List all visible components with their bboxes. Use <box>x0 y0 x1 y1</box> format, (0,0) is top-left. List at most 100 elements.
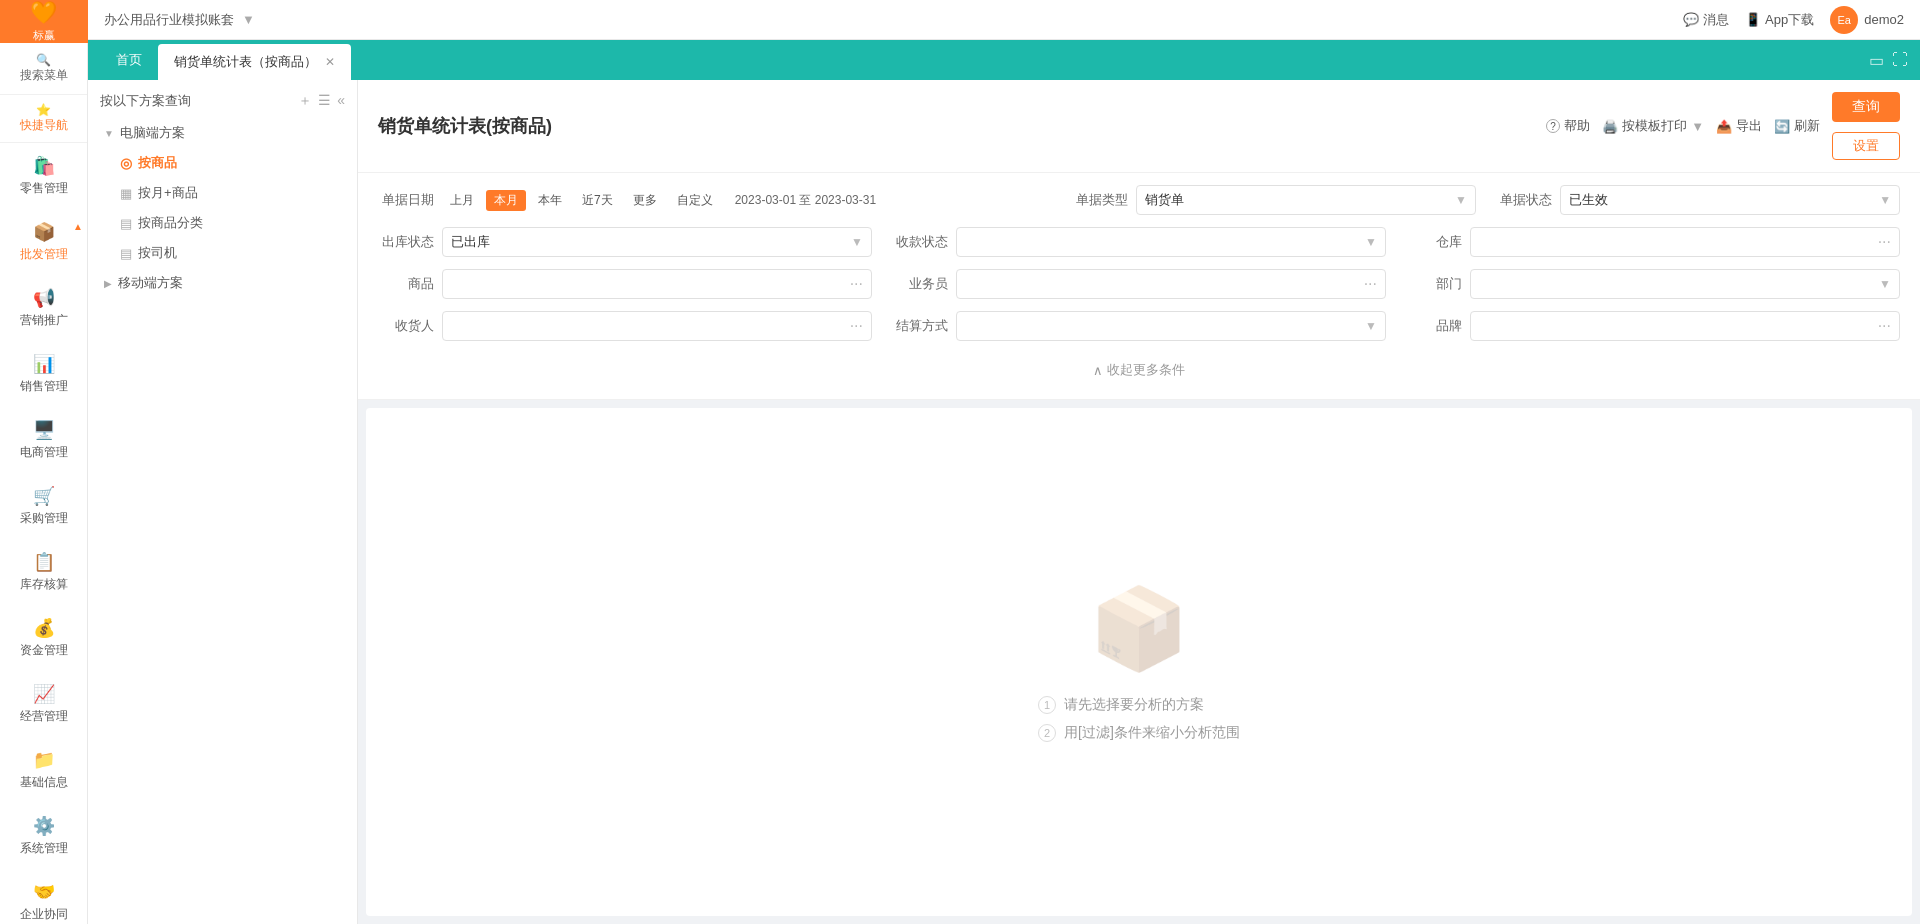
tree-node-mobile[interactable]: ▶ 移动端方案 <box>88 268 357 298</box>
message-button[interactable]: 💬 消息 <box>1683 11 1729 29</box>
salesperson-dots-icon[interactable]: ··· <box>1364 275 1377 293</box>
tip-num-1: 1 <box>1038 696 1056 714</box>
date-tab-more[interactable]: 更多 <box>625 190 665 211</box>
empty-tip-1: 1 请先选择要分析的方案 <box>1038 696 1240 714</box>
topbar: 办公用品行业模拟账套 ▼ 💬 消息 📱 App下载 Ea demo2 <box>88 0 1920 40</box>
date-tab-last-7days[interactable]: 近7天 <box>574 190 621 211</box>
recipient-control[interactable]: ··· <box>442 311 872 341</box>
help-button[interactable]: ? 帮助 <box>1546 117 1590 135</box>
out-status-control[interactable]: 已出库 ▼ <box>442 227 872 257</box>
sidebar-item-finance[interactable]: 💰 资金管理 <box>0 605 87 671</box>
payment-control[interactable]: ▼ <box>956 311 1386 341</box>
sidebar-item-basic[interactable]: 📁 基础信息 <box>0 737 87 803</box>
setting-button[interactable]: 设置 <box>1832 132 1900 160</box>
sidebar-item-enterprise[interactable]: 🤝 企业协同 <box>0 869 87 924</box>
sidebar-item-system[interactable]: ⚙️ 系统管理 <box>0 803 87 869</box>
sidebar-item-sales[interactable]: 📊 销售管理 <box>0 341 87 407</box>
category-icon: ▤ <box>120 216 132 231</box>
tree-child-by-printer[interactable]: ▤ 按司机 <box>88 238 357 268</box>
sidebar-item-label: 零售管理 <box>20 180 68 197</box>
add-scheme-icon[interactable]: ＋ <box>298 92 312 110</box>
collapse-panel-icon[interactable]: « <box>337 92 345 110</box>
maximize-icon[interactable]: ⛶ <box>1892 51 1908 69</box>
out-status-chevron-icon: ▼ <box>851 235 863 249</box>
type-control[interactable]: 销货单 ▼ <box>1136 185 1476 215</box>
export-button[interactable]: 📤 导出 <box>1716 117 1762 135</box>
app-download-button[interactable]: 📱 App下载 <box>1745 11 1814 29</box>
finance-icon: 💰 <box>33 617 55 639</box>
filter-payment: 结算方式 ▼ <box>892 311 1386 341</box>
purchase-icon: 🛒 <box>33 485 55 507</box>
logo-text: 标赢 <box>33 28 55 43</box>
tree-arrow-icon: ▼ <box>104 128 114 139</box>
user-profile[interactable]: Ea demo2 <box>1830 6 1904 34</box>
sidebar-item-marketing[interactable]: 📢 营销推广 <box>0 275 87 341</box>
sidebar-item-label: 营销推广 <box>20 312 68 329</box>
quick-nav[interactable]: ⭐ 快捷导航 <box>0 95 87 143</box>
status-value: 已生效 <box>1569 191 1608 209</box>
filter-recipient: 收货人 ··· <box>378 311 872 341</box>
tree-child-by-category[interactable]: ▤ 按商品分类 <box>88 208 357 238</box>
type-chevron-icon: ▼ <box>1455 193 1467 207</box>
tab-sales-stat[interactable]: 销货单统计表（按商品） ✕ <box>158 44 351 80</box>
sidebar-item-label: 批发管理 <box>20 246 68 263</box>
status-control[interactable]: 已生效 ▼ <box>1560 185 1900 215</box>
sidebar-item-retail[interactable]: 🛍️ 零售管理 <box>0 143 87 209</box>
refresh-button[interactable]: 🔄 刷新 <box>1774 117 1820 135</box>
retail-icon: 🛍️ <box>33 155 55 177</box>
refresh-icon: 🔄 <box>1774 119 1790 134</box>
warehouse-control[interactable]: ··· <box>1470 227 1900 257</box>
payment-chevron-icon: ▼ <box>1365 319 1377 333</box>
tab-close-icon[interactable]: ✕ <box>325 55 335 69</box>
sales-icon: 📊 <box>33 353 55 375</box>
payment-label: 结算方式 <box>892 317 948 335</box>
sidebar-item-wholesale[interactable]: 📦 批发管理 ▲ <box>0 209 87 275</box>
date-tab-last-month[interactable]: 上月 <box>442 190 482 211</box>
breadcrumb-chevron[interactable]: ▼ <box>242 12 255 27</box>
print-button[interactable]: 🖨️ 按模板打印 ▼ <box>1602 117 1704 135</box>
empty-state: 📦 1 请先选择要分析的方案 2 用[过滤]条件来缩小分析范围 <box>366 408 1912 916</box>
empty-tips: 1 请先选择要分析的方案 2 用[过滤]条件来缩小分析范围 <box>1038 696 1240 742</box>
enterprise-icon: 🤝 <box>33 881 55 903</box>
brand-control[interactable]: ··· <box>1470 311 1900 341</box>
product-control[interactable]: ··· <box>442 269 872 299</box>
star-icon: ⭐ <box>36 103 51 117</box>
topbar-right: 💬 消息 📱 App下载 Ea demo2 <box>1683 6 1904 34</box>
date-tab-current-month[interactable]: 本月 <box>486 190 526 211</box>
manage-scheme-icon[interactable]: ☰ <box>318 92 331 110</box>
warehouse-dots-icon[interactable]: ··· <box>1878 233 1891 251</box>
logo-icon: 🧡 <box>30 0 57 26</box>
tab-home[interactable]: 首页 <box>100 40 158 80</box>
minimize-icon[interactable]: ▭ <box>1869 51 1884 70</box>
sidebar-item-label: 系统管理 <box>20 840 68 857</box>
salesperson-control[interactable]: ··· <box>956 269 1386 299</box>
recipient-dots-icon[interactable]: ··· <box>850 317 863 335</box>
collapse-filters-button[interactable]: ∧ 收起更多条件 <box>378 353 1900 387</box>
query-button[interactable]: 查询 <box>1832 92 1900 122</box>
sidebar: 🧡 标赢 🔍 搜索菜单 ⭐ 快捷导航 🛍️ 零售管理 📦 批发管理 ▲ 📢 营销… <box>0 0 88 924</box>
tree-child-by-product[interactable]: ◎ 按商品 <box>88 148 357 178</box>
avatar-text: Ea <box>1838 14 1851 26</box>
tree-node-pc[interactable]: ▼ 电脑端方案 <box>88 118 357 148</box>
tree-node-pc-label: 电脑端方案 <box>120 124 185 142</box>
ecommerce-icon: 🖥️ <box>33 419 55 441</box>
date-tab-current-year[interactable]: 本年 <box>530 190 570 211</box>
print-icon: 🖨️ <box>1602 119 1618 134</box>
sidebar-item-purchase[interactable]: 🛒 采购管理 <box>0 473 87 539</box>
active-product-icon: ◎ <box>120 155 132 171</box>
date-tab-custom[interactable]: 自定义 <box>669 190 721 211</box>
sidebar-item-ecommerce[interactable]: 🖥️ 电商管理 <box>0 407 87 473</box>
sidebar-item-inventory[interactable]: 📋 库存核算 <box>0 539 87 605</box>
breadcrumb-text: 办公用品行业模拟账套 <box>104 11 234 29</box>
brand-dots-icon[interactable]: ··· <box>1878 317 1891 335</box>
search-menu[interactable]: 🔍 搜索菜单 <box>0 43 87 95</box>
empty-tip-2: 2 用[过滤]条件来缩小分析范围 <box>1038 724 1240 742</box>
tree-child-by-month-product[interactable]: ▦ 按月+商品 <box>88 178 357 208</box>
dept-control[interactable]: ▼ <box>1470 269 1900 299</box>
receipt-status-control[interactable]: ▼ <box>956 227 1386 257</box>
tab-home-label: 首页 <box>116 51 142 69</box>
tree-child-by-printer-label: 按司机 <box>138 244 177 262</box>
collapse-label: 收起更多条件 <box>1107 361 1185 379</box>
product-dots-icon[interactable]: ··· <box>850 275 863 293</box>
sidebar-item-operations[interactable]: 📈 经营管理 <box>0 671 87 737</box>
